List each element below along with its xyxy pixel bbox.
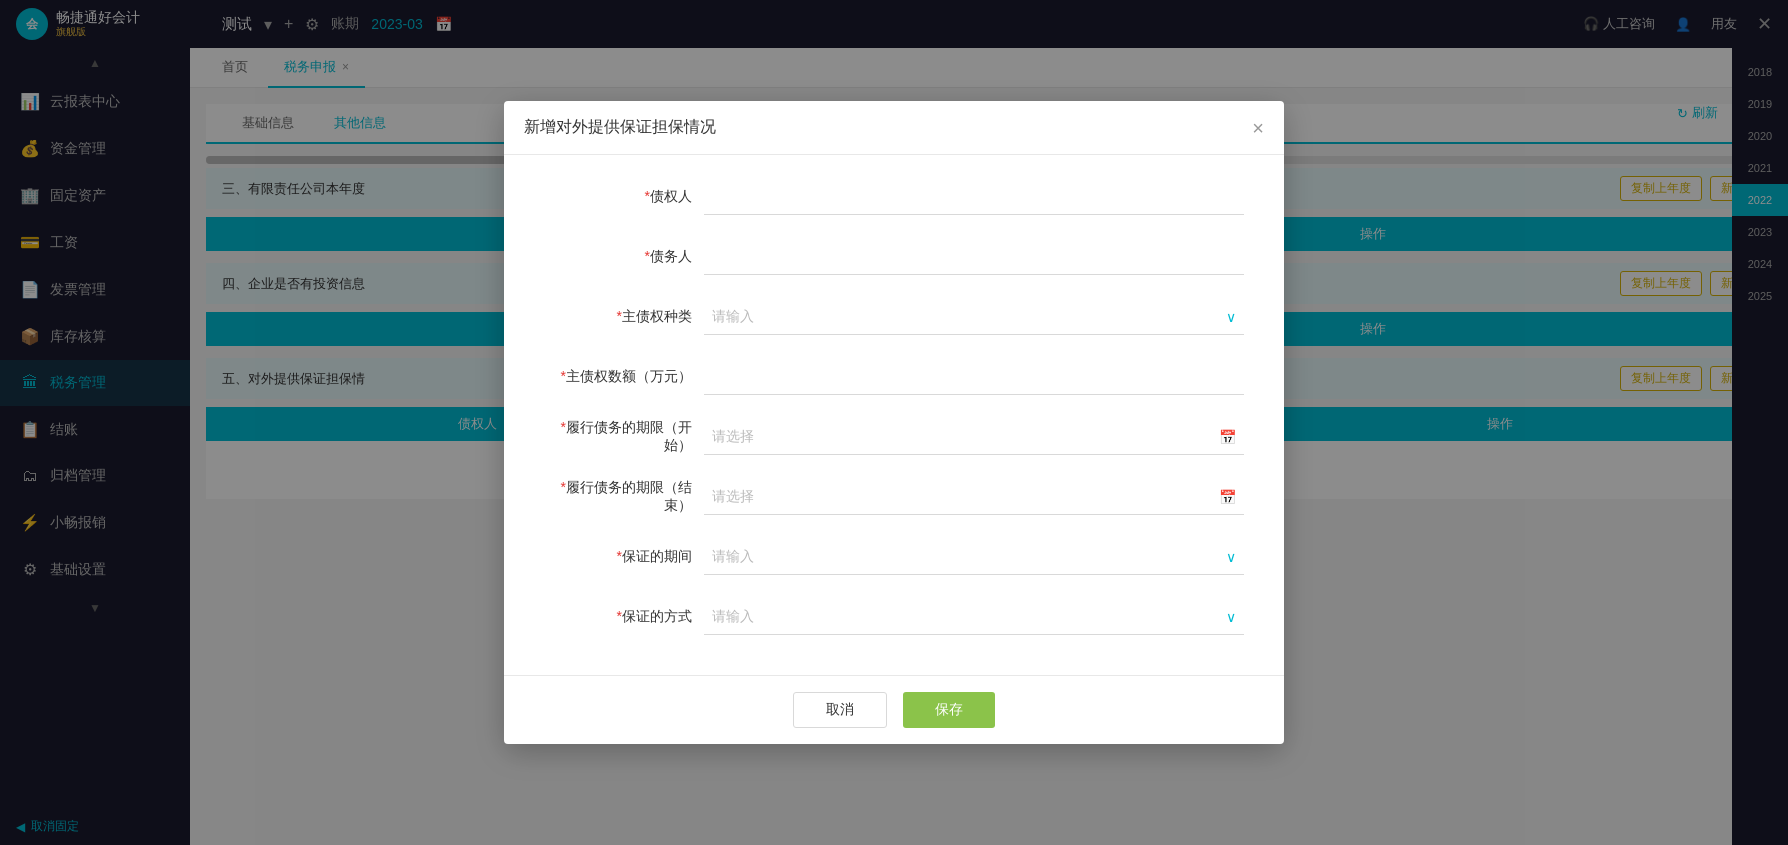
- modal-overlay: 新增对外提供保证担保情况 × *债权人 *债务人 *: [0, 0, 1788, 845]
- claim-type-label: *主债权种类: [544, 308, 704, 326]
- claim-amount-label: *主债权数额（万元）: [544, 368, 704, 386]
- creditor-label: *债权人: [544, 188, 704, 206]
- debt-start-label: *履行债务的期限（开始）: [544, 419, 704, 455]
- form-row-debt-start: *履行债务的期限（开始） 请选择 📅: [544, 419, 1244, 455]
- guarantee-method-placeholder: 请输入: [712, 608, 754, 626]
- debtor-label: *债务人: [544, 248, 704, 266]
- guarantee-period-arrow-icon: ∨: [1226, 549, 1236, 565]
- claim-amount-input[interactable]: [704, 359, 1244, 395]
- modal-body: *债权人 *债务人 *主债权种类 请输入 ∨: [504, 155, 1284, 675]
- debt-start-calendar-icon: 📅: [1219, 429, 1236, 445]
- guarantee-method-arrow-icon: ∨: [1226, 609, 1236, 625]
- cancel-button[interactable]: 取消: [793, 692, 887, 728]
- debt-start-placeholder: 请选择: [712, 428, 754, 446]
- guarantee-period-placeholder: 请输入: [712, 548, 754, 566]
- debt-end-placeholder: 请选择: [712, 488, 754, 506]
- modal-title: 新增对外提供保证担保情况: [524, 117, 716, 138]
- guarantee-method-label: *保证的方式: [544, 608, 704, 626]
- guarantee-period-select[interactable]: 请输入 ∨: [704, 539, 1244, 575]
- debt-end-label: *履行债务的期限（结束）: [544, 479, 704, 515]
- claim-type-select[interactable]: 请输入 ∨: [704, 299, 1244, 335]
- debt-end-calendar-icon: 📅: [1219, 489, 1236, 505]
- form-row-claim-type: *主债权种类 请输入 ∨: [544, 299, 1244, 335]
- form-row-creditor: *债权人: [544, 179, 1244, 215]
- save-button[interactable]: 保存: [903, 692, 995, 728]
- required-marker: *: [645, 188, 650, 204]
- guarantee-period-label: *保证的期间: [544, 548, 704, 566]
- creditor-input[interactable]: [704, 179, 1244, 215]
- claim-type-arrow-icon: ∨: [1226, 309, 1236, 325]
- form-row-debtor: *债务人: [544, 239, 1244, 275]
- modal-footer: 取消 保存: [504, 675, 1284, 744]
- guarantee-method-select[interactable]: 请输入 ∨: [704, 599, 1244, 635]
- debt-end-picker[interactable]: 请选择 📅: [704, 479, 1244, 515]
- form-row-debt-end: *履行债务的期限（结束） 请选择 📅: [544, 479, 1244, 515]
- modal-dialog: 新增对外提供保证担保情况 × *债权人 *债务人 *: [504, 101, 1284, 744]
- debtor-input[interactable]: [704, 239, 1244, 275]
- form-row-guarantee-period: *保证的期间 请输入 ∨: [544, 539, 1244, 575]
- claim-type-placeholder: 请输入: [712, 308, 754, 326]
- debt-start-picker[interactable]: 请选择 📅: [704, 419, 1244, 455]
- modal-close-button[interactable]: ×: [1252, 118, 1264, 138]
- modal-header: 新增对外提供保证担保情况 ×: [504, 101, 1284, 155]
- form-row-claim-amount: *主债权数额（万元）: [544, 359, 1244, 395]
- form-row-guarantee-method: *保证的方式 请输入 ∨: [544, 599, 1244, 635]
